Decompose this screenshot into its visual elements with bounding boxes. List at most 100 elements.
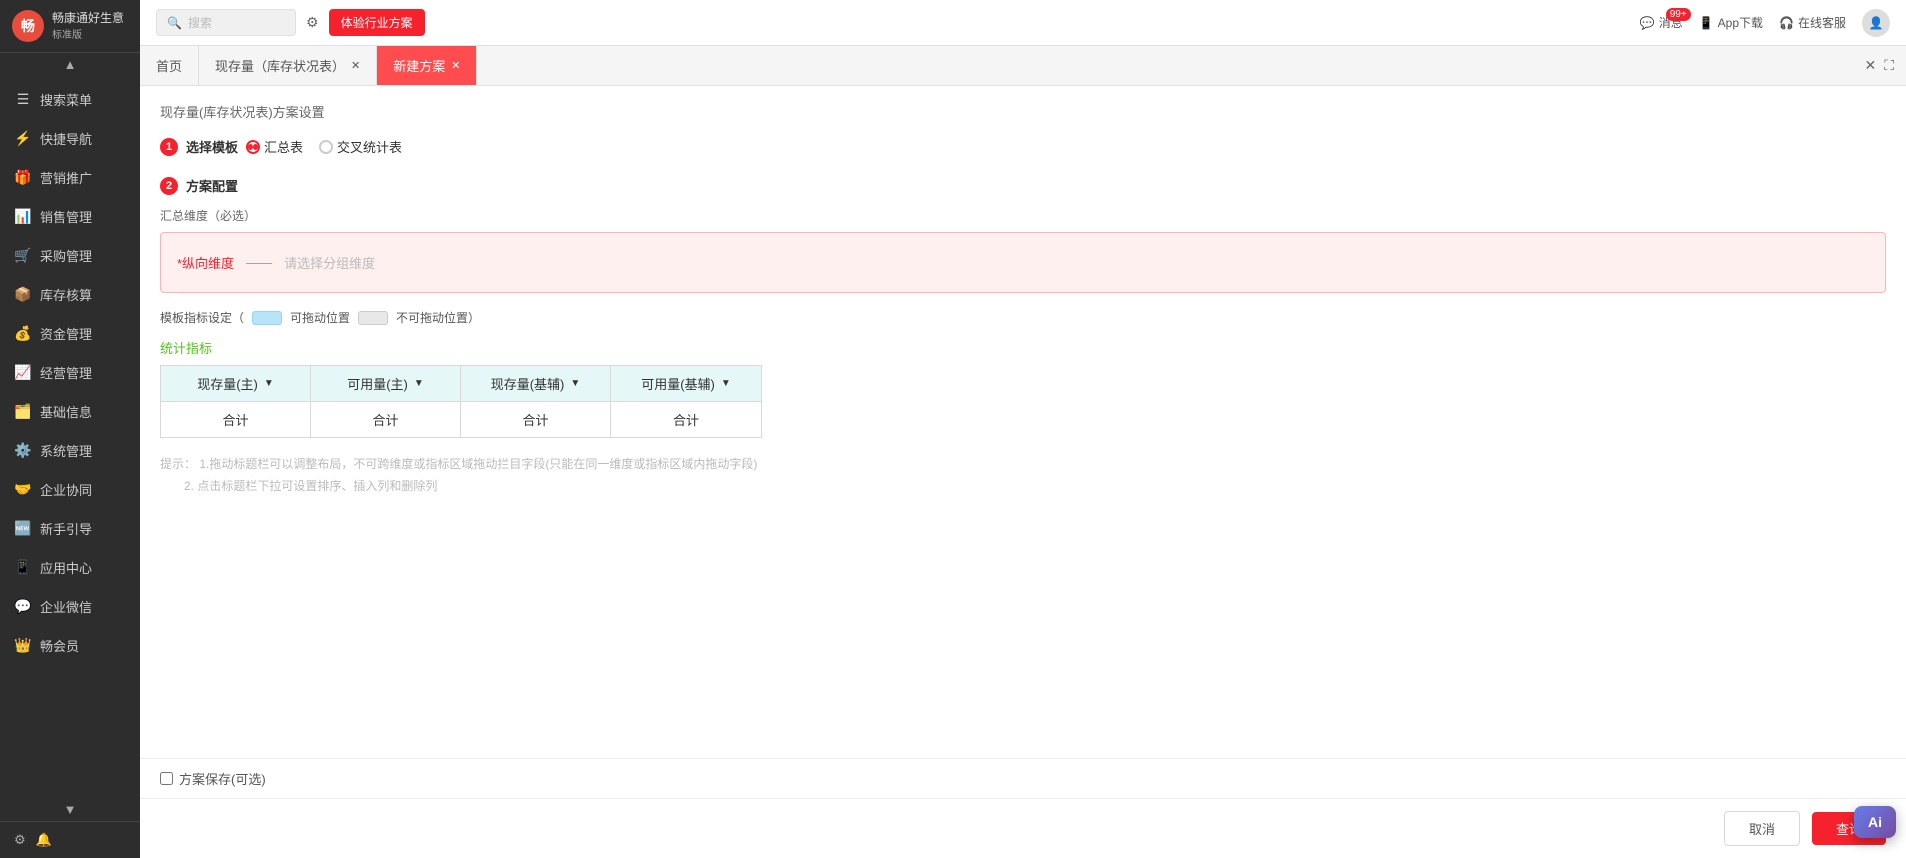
step1-num: 1 [160, 138, 178, 156]
topbar: 🔍 搜索 ⚙ 体验行业方案 💬 消息 99+ 📱 App下载 🎧 在线客服 👤 [140, 0, 1906, 46]
step2-header: 2 方案配置 [160, 176, 1886, 195]
tab-inventory[interactable]: 现存量（库存状况表） ✕ [199, 46, 377, 85]
sidebar-item-newbie[interactable]: 🆕 新手引导 [0, 509, 140, 548]
app-download-link[interactable]: 📱 App下载 [1699, 14, 1763, 31]
sidebar-item-sales[interactable]: 📊 销售管理 [0, 197, 140, 236]
save-plan-checkbox-label[interactable]: 方案保存(可选) [160, 769, 266, 788]
app-name: 畅康通好生意 [52, 11, 124, 27]
sidebar-item-member[interactable]: 👑 畅会员 [0, 626, 140, 665]
audio-icon[interactable]: 🔔 [36, 832, 52, 848]
sidebar-item-search-menu[interactable]: ☰ 搜索菜单 [0, 80, 140, 119]
radio-cross-label: 交叉统计表 [337, 137, 402, 156]
col-3-label: 可用量(基辅) [641, 374, 715, 393]
vertical-label: *纵向维度 [177, 253, 234, 272]
sidebar-item-label: 采购管理 [40, 246, 92, 265]
search-icon: 🔍 [167, 16, 182, 30]
cell-0: 合计 [161, 402, 311, 437]
sidebar-item-finance[interactable]: 💰 资金管理 [0, 314, 140, 353]
sidebar-item-enterprise[interactable]: 🤝 企业协同 [0, 470, 140, 509]
sidebar-item-label: 新手引导 [40, 519, 92, 538]
tab-new-plan[interactable]: 新建方案 ✕ [377, 46, 477, 85]
save-plan-checkbox[interactable] [160, 772, 173, 785]
tab-close-button[interactable]: ✕ [1864, 57, 1876, 74]
col-header-2[interactable]: 现存量(基辅) ▼ [461, 366, 611, 401]
tab-new-plan-close[interactable]: ✕ [451, 59, 460, 72]
sidebar-item-quick-nav[interactable]: ⚡ 快捷导航 [0, 119, 140, 158]
tip2: 2. 点击标题栏下拉可设置排序、插入列和删除列 [184, 479, 437, 493]
no-drag-label: 不可拖动位置） [396, 309, 480, 326]
step1-section: 1 选择模板 汇总表 交叉统计表 [160, 137, 1886, 156]
step2-section: 2 方案配置 汇总维度（必选） *纵向维度 —— 请选择分组维度 模板指标设定（… [160, 176, 1886, 497]
sales-icon: 📊 [14, 208, 32, 226]
online-service-label: 在线客服 [1798, 14, 1846, 31]
col-0-chevron: ▼ [264, 378, 274, 389]
operations-icon: 📈 [14, 364, 32, 382]
sidebar-item-inventory[interactable]: 📦 库存核算 [0, 275, 140, 314]
cell-1: 合计 [311, 402, 461, 437]
sidebar-item-label: 系统管理 [40, 441, 92, 460]
dim-placeholder: 请选择分组维度 [284, 253, 375, 272]
basic-info-icon: 🗂️ [14, 403, 32, 421]
col-header-0[interactable]: 现存量(主) ▼ [161, 366, 311, 401]
sidebar-scroll-up[interactable]: ▲ [0, 53, 140, 76]
col-0-label: 现存量(主) [197, 374, 258, 393]
tabs-controls: ✕ ⛶ [1864, 57, 1906, 74]
online-service-link[interactable]: 🎧 在线客服 [1779, 14, 1846, 31]
tab-expand-button[interactable]: ⛶ [1884, 57, 1894, 74]
cell-3: 合计 [611, 402, 761, 437]
tips-section: 提示： 1.拖动标题栏可以调整布局，不可跨维度或指标区域拖动拦目字段(只能在同一… [160, 454, 1886, 497]
topbar-gear-icon[interactable]: ⚙ [306, 14, 319, 31]
search-placeholder: 搜索 [188, 14, 212, 31]
sidebar-scroll-down[interactable]: ▼ [0, 798, 140, 821]
dimension-area[interactable]: *纵向维度 —— 请选择分组维度 [160, 232, 1886, 293]
col-2-label: 现存量(基辅) [491, 374, 565, 393]
sidebar-logo: 畅 畅康通好生意 标准版 [0, 0, 140, 53]
sidebar-item-label: 资金管理 [40, 324, 92, 343]
tab-new-plan-label: 新建方案 [393, 56, 445, 75]
sidebar-item-label: 基础信息 [40, 402, 92, 421]
app-edition: 标准版 [52, 26, 124, 41]
tab-home[interactable]: 首页 [140, 46, 199, 85]
sidebar-item-operations[interactable]: 📈 经营管理 [0, 353, 140, 392]
sidebar-nav: ☰ 搜索菜单 ⚡ 快捷导航 🎁 营销推广 📊 销售管理 🛒 采购管理 📦 库存核… [0, 76, 140, 798]
radio-summary[interactable]: 汇总表 [246, 137, 303, 156]
sidebar-item-label: 营销推广 [40, 168, 92, 187]
avatar[interactable]: 👤 [1862, 9, 1890, 37]
industry-plan-button[interactable]: 体验行业方案 [329, 9, 425, 36]
sidebar-item-marketing[interactable]: 🎁 营销推广 [0, 158, 140, 197]
quick-nav-icon: ⚡ [14, 130, 32, 148]
step1-header: 1 选择模板 汇总表 交叉统计表 [160, 137, 1886, 156]
sidebar-item-app-center[interactable]: 📱 应用中心 [0, 548, 140, 587]
phone-icon: 📱 [1699, 16, 1714, 30]
radio-cross[interactable]: 交叉统计表 [319, 137, 402, 156]
ai-float-button[interactable]: Ai [1854, 806, 1896, 838]
tips-label: 提示： [160, 457, 196, 471]
message-count: 99+ [1666, 8, 1691, 21]
col-1-chevron: ▼ [414, 378, 424, 389]
draggable-indicator-box [252, 311, 282, 325]
col-header-1[interactable]: 可用量(主) ▼ [311, 366, 461, 401]
no-drag-indicator-box [358, 311, 388, 325]
sidebar-item-purchase[interactable]: 🛒 采购管理 [0, 236, 140, 275]
search-box[interactable]: 🔍 搜索 [156, 9, 296, 36]
settings-icon[interactable]: ⚙ [14, 832, 26, 848]
footer-actions: 取消 查询 [140, 798, 1906, 858]
stats-table: 现存量(主) ▼ 可用量(主) ▼ 现存量(基辅) ▼ 可用量(基辅) [160, 365, 762, 438]
cancel-button[interactable]: 取消 [1724, 811, 1800, 846]
sidebar-item-label: 销售管理 [40, 207, 92, 226]
sidebar-item-label: 畅会员 [40, 636, 79, 655]
template-radio-group: 汇总表 交叉统计表 [246, 137, 402, 156]
dim-separator: —— [246, 255, 272, 270]
sidebar-item-label: 企业微信 [40, 597, 92, 616]
topbar-left: 🔍 搜索 ⚙ 体验行业方案 [156, 9, 425, 36]
step2-num: 2 [160, 177, 178, 195]
sidebar-item-label: 应用中心 [40, 558, 92, 577]
message-badge[interactable]: 💬 消息 99+ [1640, 14, 1683, 31]
sidebar-item-basic-info[interactable]: 🗂️ 基础信息 [0, 392, 140, 431]
sidebar-item-wechat[interactable]: 💬 企业微信 [0, 587, 140, 626]
tab-inventory-close[interactable]: ✕ [351, 59, 360, 72]
tab-inventory-label: 现存量（库存状况表） [215, 56, 345, 75]
purchase-icon: 🛒 [14, 247, 32, 265]
sidebar-item-system[interactable]: ⚙️ 系统管理 [0, 431, 140, 470]
col-header-3[interactable]: 可用量(基辅) ▼ [611, 366, 761, 401]
